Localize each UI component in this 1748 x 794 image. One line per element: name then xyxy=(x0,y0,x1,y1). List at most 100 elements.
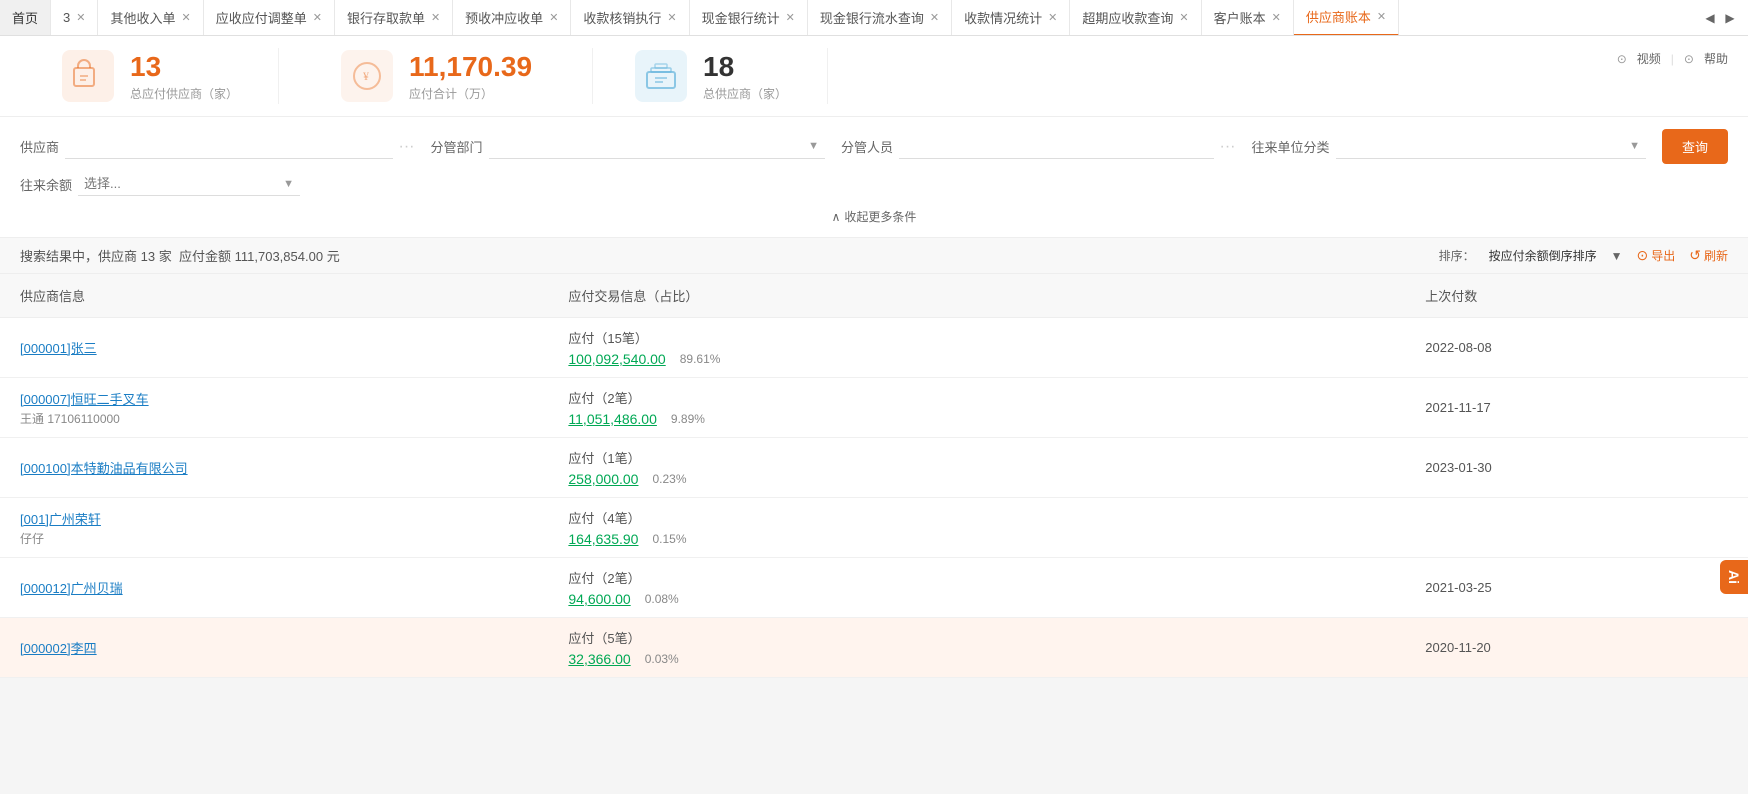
supplier-filter-dots[interactable]: ··· xyxy=(399,138,415,156)
nav-tabs: 首页 3 ✕ 其他收入单 ✕ 应收应付调整单 ✕ 银行存取款单 ✕ 预收冲应收单… xyxy=(0,0,1748,36)
tab-prepay[interactable]: 预收冲应收单 ✕ xyxy=(453,0,571,36)
tx-percent: 0.03% xyxy=(645,652,679,666)
nav-arrow-right[interactable]: ▶ xyxy=(1720,8,1740,28)
dept-filter-select[interactable]: ▼ xyxy=(489,135,825,159)
th-supplier-info: 供应商信息 xyxy=(0,274,548,318)
dept-filter-arrow[interactable]: ▼ xyxy=(808,140,819,152)
export-icon: ⊙ xyxy=(1637,247,1649,264)
supplier-table: 供应商信息 应付交易信息（占比） 上次付数 [000001]张三应付（15笔）1… xyxy=(0,274,1748,678)
help-icon: ⊙ xyxy=(1684,52,1694,66)
ai-button[interactable]: Ai xyxy=(1720,560,1748,594)
payable-suppliers-label: 总应付供应商（家） xyxy=(130,85,238,102)
summary-bar: 13 总应付供应商（家） ¥ 11,170.39 应付合计（万） xyxy=(0,36,1748,117)
supplier-link[interactable]: [000012]广州贝瑞 xyxy=(20,581,123,596)
tab-cash-flow[interactable]: 现金银行流水查询 ✕ xyxy=(808,0,952,36)
person-filter-input[interactable] xyxy=(899,135,1214,159)
category-filter-input[interactable] xyxy=(1342,139,1626,154)
result-prefix: 搜索结果中，供应商 xyxy=(20,249,137,264)
tab-ar-ap-adjust[interactable]: 应收应付调整单 ✕ xyxy=(204,0,335,36)
tab-bank-deposit-label: 银行存取款单 xyxy=(347,8,425,27)
tab-customer-book-close[interactable]: ✕ xyxy=(1272,11,1281,24)
tab-collection[interactable]: 收款核销执行 ✕ xyxy=(571,0,689,36)
tab-collection-close[interactable]: ✕ xyxy=(667,11,676,24)
video-link[interactable]: 视频 xyxy=(1637,50,1661,67)
sort-label: 排序： xyxy=(1439,247,1475,264)
tab-bank-deposit-close[interactable]: ✕ xyxy=(431,11,440,24)
supplier-link[interactable]: [000100]本特勤油品有限公司 xyxy=(20,461,188,476)
summary-help-area: ⊙ 视频 | ⊙ 帮助 xyxy=(1617,50,1728,67)
dept-filter-label: 分管部门 xyxy=(431,137,483,156)
tab-3-close[interactable]: ✕ xyxy=(76,11,85,24)
tab-overdue[interactable]: 超期应收款查询 ✕ xyxy=(1070,0,1201,36)
sort-arrow[interactable]: ▼ xyxy=(1611,249,1623,263)
balance-filter-input[interactable] xyxy=(84,176,279,191)
tab-overdue-close[interactable]: ✕ xyxy=(1179,11,1188,24)
person-filter-dots[interactable]: ··· xyxy=(1220,138,1236,156)
help-link[interactable]: 帮助 xyxy=(1704,50,1728,67)
export-button[interactable]: ⊙ 导出 xyxy=(1637,247,1676,264)
supplier-link[interactable]: [000001]张三 xyxy=(20,341,97,356)
tab-cash-bank-stats[interactable]: 现金银行统计 ✕ xyxy=(690,0,808,36)
tx-amount[interactable]: 164,635.90 xyxy=(568,531,638,547)
dept-filter-input[interactable] xyxy=(495,139,805,154)
balance-filter-arrow[interactable]: ▼ xyxy=(283,178,294,190)
tab-bank-deposit[interactable]: 银行存取款单 ✕ xyxy=(335,0,453,36)
tab-3[interactable]: 3 ✕ xyxy=(51,0,98,36)
tab-other-income[interactable]: 其他收入单 ✕ xyxy=(98,0,203,36)
tab-customer-book[interactable]: 客户账本 ✕ xyxy=(1202,0,1294,36)
tab-cash-bank-stats-close[interactable]: ✕ xyxy=(786,11,795,24)
tab-collection-stats[interactable]: 收款情况统计 ✕ xyxy=(952,0,1070,36)
supplier-filter-input[interactable] xyxy=(65,135,393,159)
tx-label: 应付（4笔） xyxy=(568,508,1385,527)
query-button[interactable]: 查询 xyxy=(1662,129,1728,164)
tab-supplier-book[interactable]: 供应商账本 ✕ xyxy=(1294,0,1399,36)
result-count-suffix: 家 xyxy=(159,249,172,264)
tx-label: 应付（1笔） xyxy=(568,448,1385,467)
category-filter-select[interactable]: ▼ xyxy=(1336,135,1646,159)
tab-supplier-book-close[interactable]: ✕ xyxy=(1377,10,1386,23)
supplier-link[interactable]: [000007]恒旺二手叉车 xyxy=(20,392,149,407)
tab-prepay-close[interactable]: ✕ xyxy=(549,11,558,24)
payable-total-icon: ¥ xyxy=(339,48,395,104)
balance-filter-select[interactable]: ▼ xyxy=(78,172,300,196)
last-pay-date: 2022-08-08 xyxy=(1425,340,1492,355)
tab-collection-stats-label: 收款情况统计 xyxy=(964,8,1042,27)
result-amount: 111,703,854.00 xyxy=(235,249,323,264)
last-pay-date: 2020-11-20 xyxy=(1425,640,1491,655)
supplier-link[interactable]: [000002]李四 xyxy=(20,641,97,656)
sort-value[interactable]: 按应付余额倒序排序 xyxy=(1489,247,1597,264)
filter-balance: 往来余额 ▼ xyxy=(20,172,300,196)
nav-arrow-left[interactable]: ◀ xyxy=(1700,8,1720,28)
nav-arrow-group: ◀ ▶ xyxy=(1692,8,1748,28)
summary-card-payable-suppliers: 13 总应付供应商（家） xyxy=(20,48,279,104)
tab-ar-ap-adjust-close[interactable]: ✕ xyxy=(313,11,322,24)
tx-amount[interactable]: 32,366.00 xyxy=(568,651,630,667)
supplier-link[interactable]: [001]广州荣轩 xyxy=(20,512,101,527)
export-label: 导出 xyxy=(1651,247,1675,264)
category-filter-arrow[interactable]: ▼ xyxy=(1629,140,1640,152)
person-filter-label: 分管人员 xyxy=(841,137,893,156)
collapse-button[interactable]: ∧ 收起更多条件 xyxy=(832,204,917,229)
tx-amount[interactable]: 94,600.00 xyxy=(568,591,630,607)
tx-percent: 89.61% xyxy=(680,352,721,366)
tx-amount[interactable]: 100,092,540.00 xyxy=(568,351,665,367)
tab-collection-stats-close[interactable]: ✕ xyxy=(1048,11,1057,24)
supplier-payable-icon xyxy=(60,48,116,104)
tx-amount[interactable]: 258,000.00 xyxy=(568,471,638,487)
refresh-button[interactable]: ↺ 刷新 xyxy=(1689,247,1728,264)
category-filter-label: 往来单位分类 xyxy=(1252,137,1330,156)
filter-supplier: 供应商 ··· xyxy=(20,135,415,159)
tab-cash-flow-label: 现金银行流水查询 xyxy=(820,8,924,27)
summary-card-payable-total: ¥ 11,170.39 应付合计（万） xyxy=(279,48,593,104)
balance-filter-label: 往来余额 xyxy=(20,175,72,194)
filter-dept: 分管部门 ▼ xyxy=(431,135,826,159)
tab-home[interactable]: 首页 xyxy=(0,0,51,36)
tab-other-income-close[interactable]: ✕ xyxy=(181,11,190,24)
total-suppliers-icon xyxy=(633,48,689,104)
tx-amount[interactable]: 11,051,486.00 xyxy=(568,411,657,427)
tab-collection-label: 收款核销执行 xyxy=(583,8,661,27)
tab-cash-flow-close[interactable]: ✕ xyxy=(930,11,939,24)
filter-person: 分管人员 ··· xyxy=(841,135,1236,159)
table-row: [000100]本特勤油品有限公司应付（1笔）258,000.000.23%20… xyxy=(0,438,1748,498)
refresh-label: 刷新 xyxy=(1704,247,1728,264)
